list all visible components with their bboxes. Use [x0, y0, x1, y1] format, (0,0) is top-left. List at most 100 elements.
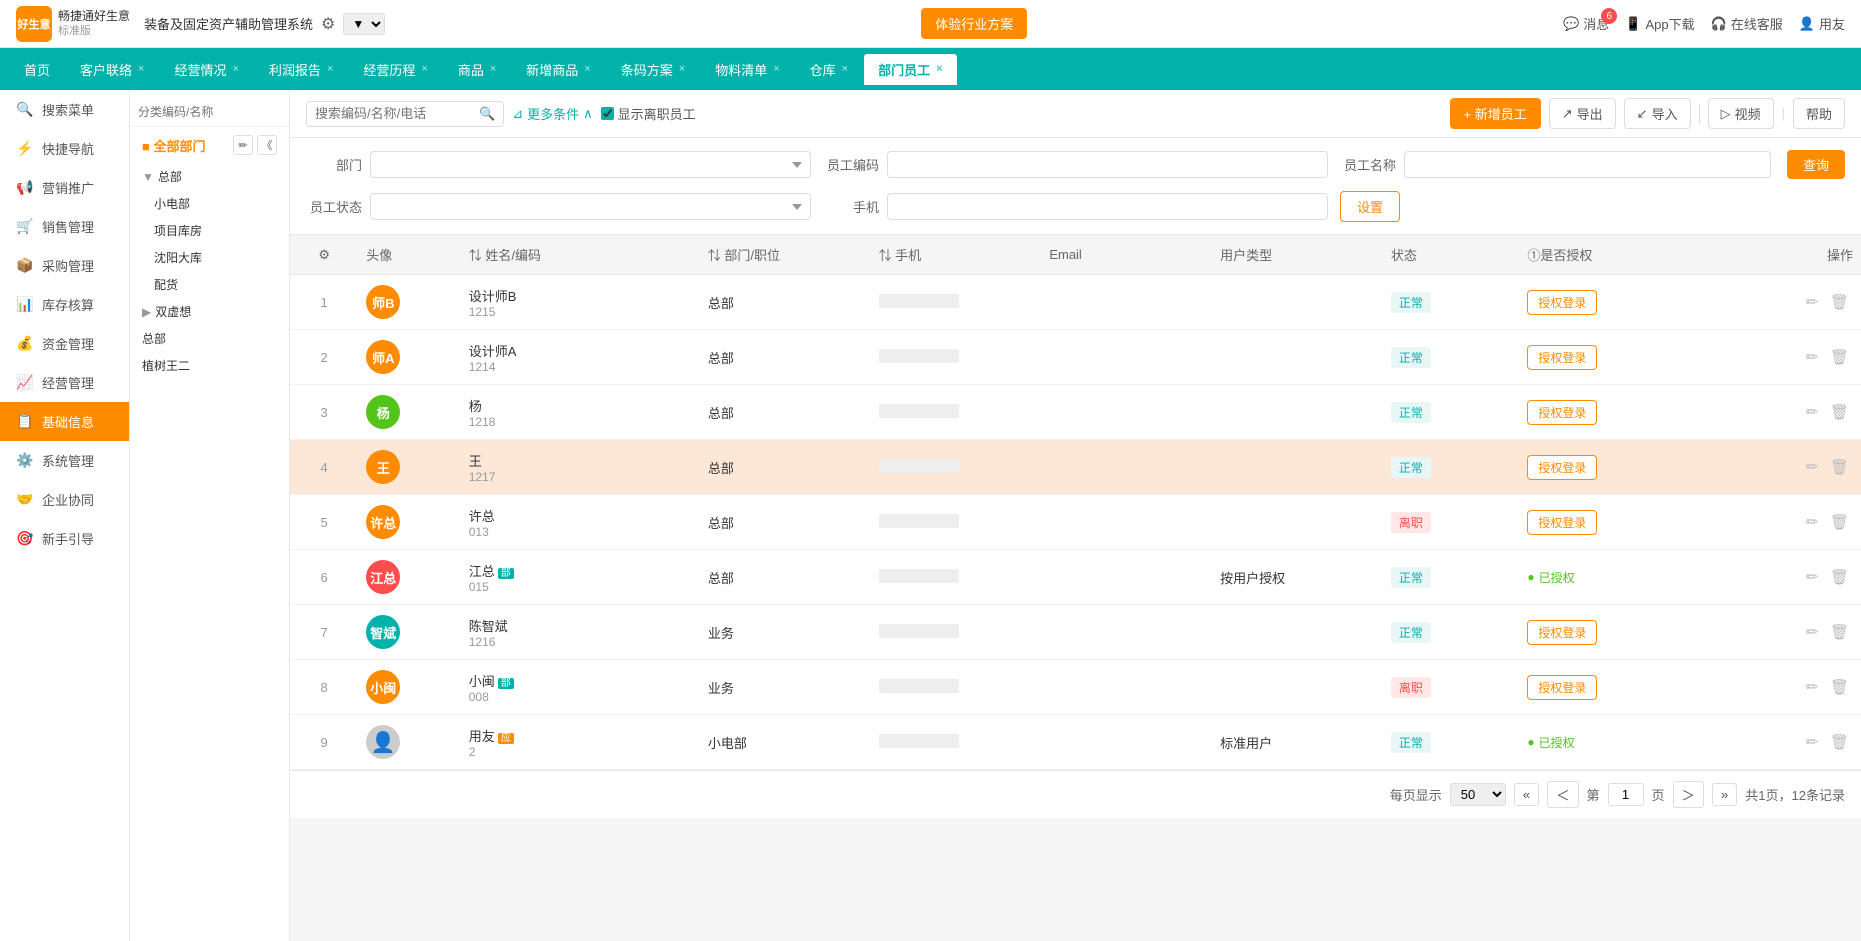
message-icon-area[interactable]: 💬 6 消息 [1563, 14, 1609, 33]
sidebar-item-企业协同[interactable]: 🤝企业协同 [0, 480, 129, 519]
phone-input[interactable] [887, 193, 1328, 220]
tab-close-icon[interactable]: × [327, 63, 333, 75]
page-number-input[interactable] [1608, 783, 1644, 806]
delete-btn[interactable]: 🗑 [1826, 346, 1853, 368]
nav-tab-物料清单[interactable]: 物料清单× [701, 54, 793, 85]
show-resigned-checkbox[interactable] [601, 107, 614, 120]
dept-item-project[interactable]: 项目库房 [130, 217, 289, 244]
sys-dropdown[interactable]: ▼ [343, 13, 385, 35]
auth-login-btn[interactable]: 授权登录 [1527, 400, 1597, 425]
delete-btn[interactable]: 🗑 [1826, 291, 1853, 313]
sidebar-item-新手引导[interactable]: 🎯新手引导 [0, 519, 129, 558]
edit-btn[interactable]: ✏ [1802, 621, 1823, 643]
nav-tab-新增商品[interactable]: 新增商品× [512, 54, 604, 85]
auth-login-btn[interactable]: 授权登录 [1527, 345, 1597, 370]
nav-tab-经营情况[interactable]: 经营情况× [160, 54, 252, 85]
auth-login-btn[interactable]: 授权登录 [1527, 620, 1597, 645]
dept-item-peihuo[interactable]: 配货 [130, 271, 289, 298]
sidebar-item-基础信息[interactable]: 📋基础信息 [0, 402, 129, 441]
nav-tab-客户联络[interactable]: 客户联络× [66, 54, 158, 85]
delete-btn[interactable]: 🗑 [1826, 566, 1853, 588]
tab-close-icon[interactable]: × [936, 63, 942, 75]
show-resigned-wrap[interactable]: 显示离职员工 [601, 104, 696, 123]
delete-btn[interactable]: 🗑 [1826, 621, 1853, 643]
tab-close-icon[interactable]: × [232, 63, 238, 75]
import-button[interactable]: ↙ 导入 [1624, 98, 1691, 129]
dept-item-zhishu[interactable]: 植树王二 [130, 352, 289, 379]
empcode-input[interactable] [887, 151, 1328, 178]
nav-tab-利润报告[interactable]: 利润报告× [255, 54, 347, 85]
delete-btn[interactable]: 🗑 [1826, 511, 1853, 533]
nav-tab-条码方案[interactable]: 条码方案× [607, 54, 699, 85]
tab-close-icon[interactable]: × [138, 63, 144, 75]
video-button[interactable]: ▷ 视频 [1708, 98, 1774, 129]
sidebar-item-搜索菜单[interactable]: 🔍搜索菜单 [0, 90, 129, 129]
nav-tab-商品[interactable]: 商品× [444, 54, 510, 85]
dept-item-shenyang[interactable]: 沈阳大库 [130, 244, 289, 271]
auth-login-btn[interactable]: 授权登录 [1527, 290, 1597, 315]
edit-btn[interactable]: ✏ [1802, 731, 1823, 753]
tab-close-icon[interactable]: × [842, 63, 848, 75]
nav-tab-首页[interactable]: 首页 [10, 54, 64, 85]
online-service-area[interactable]: 🎧 在线客服 [1711, 14, 1783, 33]
edit-btn[interactable]: ✏ [1802, 291, 1823, 313]
user-area[interactable]: 👤 用友 [1799, 14, 1845, 33]
status-select[interactable] [370, 193, 811, 220]
tab-close-icon[interactable]: × [679, 63, 685, 75]
edit-btn[interactable]: ✏ [1802, 566, 1823, 588]
auth-login-btn[interactable]: 授权登录 [1527, 675, 1597, 700]
edit-btn[interactable]: ✏ [1802, 401, 1823, 423]
more-filter-btn[interactable]: ⊿ 更多条件 ∧ [512, 104, 592, 123]
dept-item-zongbu[interactable]: 总部 [130, 325, 289, 352]
dept-item-shuangxu[interactable]: ▶ 双虚想 [130, 298, 289, 325]
nav-tab-经营历程[interactable]: 经营历程× [349, 54, 441, 85]
sidebar-item-营销推广[interactable]: 📢营销推广 [0, 168, 129, 207]
delete-btn[interactable]: 🗑 [1826, 731, 1853, 753]
nav-tab-仓库[interactable]: 仓库× [796, 54, 862, 85]
tab-close-icon[interactable]: × [421, 63, 427, 75]
nav-tab-部门员工[interactable]: 部门员工× [864, 54, 956, 85]
search-icon[interactable]: 🔍 [479, 106, 495, 122]
empname-input[interactable] [1404, 151, 1771, 178]
dept-item-general[interactable]: ▼ 总部 [130, 163, 289, 190]
edit-btn[interactable]: ✏ [1802, 511, 1823, 533]
app-download-area[interactable]: 📱 App下载 [1625, 14, 1694, 33]
tab-close-icon[interactable]: × [490, 63, 496, 75]
auth-login-btn[interactable]: 授权登录 [1527, 455, 1597, 480]
sidebar-item-资金管理[interactable]: 💰资金管理 [0, 324, 129, 363]
delete-btn[interactable]: 🗑 [1826, 676, 1853, 698]
dept-edit-btn[interactable]: ✏ [233, 135, 253, 155]
prev-page-btn[interactable]: ＜ [1547, 781, 1578, 808]
tab-close-icon[interactable]: × [773, 63, 779, 75]
sidebar-item-库存核算[interactable]: 📊库存核算 [0, 285, 129, 324]
export-button[interactable]: ↗ 导出 [1549, 98, 1616, 129]
edit-btn[interactable]: ✏ [1802, 456, 1823, 478]
delete-btn[interactable]: 🗑 [1826, 401, 1853, 423]
per-page-select[interactable]: 5020100 [1450, 783, 1506, 806]
tab-close-icon[interactable]: × [584, 63, 590, 75]
delete-btn[interactable]: 🗑 [1826, 456, 1853, 478]
edit-btn[interactable]: ✏ [1802, 676, 1823, 698]
query-button[interactable]: 查询 [1787, 150, 1845, 179]
sidebar-item-经营管理[interactable]: 📈经营管理 [0, 363, 129, 402]
search-input[interactable] [315, 106, 475, 121]
dept-item-xiaodibu[interactable]: 小电部 [130, 190, 289, 217]
dept-select[interactable] [370, 151, 811, 178]
next-page-btn[interactable]: ＞ [1673, 781, 1704, 808]
dept-search-input[interactable] [138, 105, 290, 119]
sidebar-item-销售管理[interactable]: 🛒销售管理 [0, 207, 129, 246]
first-page-btn[interactable]: « [1514, 783, 1539, 806]
add-employee-button[interactable]: + 新增员工 [1450, 98, 1541, 129]
last-page-btn[interactable]: » [1712, 783, 1737, 806]
gear-button[interactable]: ⚙ [321, 14, 335, 34]
help-button[interactable]: 帮助 [1793, 98, 1845, 129]
trial-button[interactable]: 体验行业方案 [921, 8, 1027, 39]
employee-code: 1215 [469, 305, 692, 319]
dept-collapse-btn[interactable]: 《 [257, 135, 277, 155]
auth-login-btn[interactable]: 授权登录 [1527, 510, 1597, 535]
sidebar-item-采购管理[interactable]: 📦采购管理 [0, 246, 129, 285]
sidebar-item-系统管理[interactable]: ⚙️系统管理 [0, 441, 129, 480]
edit-btn[interactable]: ✏ [1802, 346, 1823, 368]
sidebar-item-快捷导航[interactable]: ⚡快捷导航 [0, 129, 129, 168]
reset-button[interactable]: 设置 [1340, 191, 1400, 222]
